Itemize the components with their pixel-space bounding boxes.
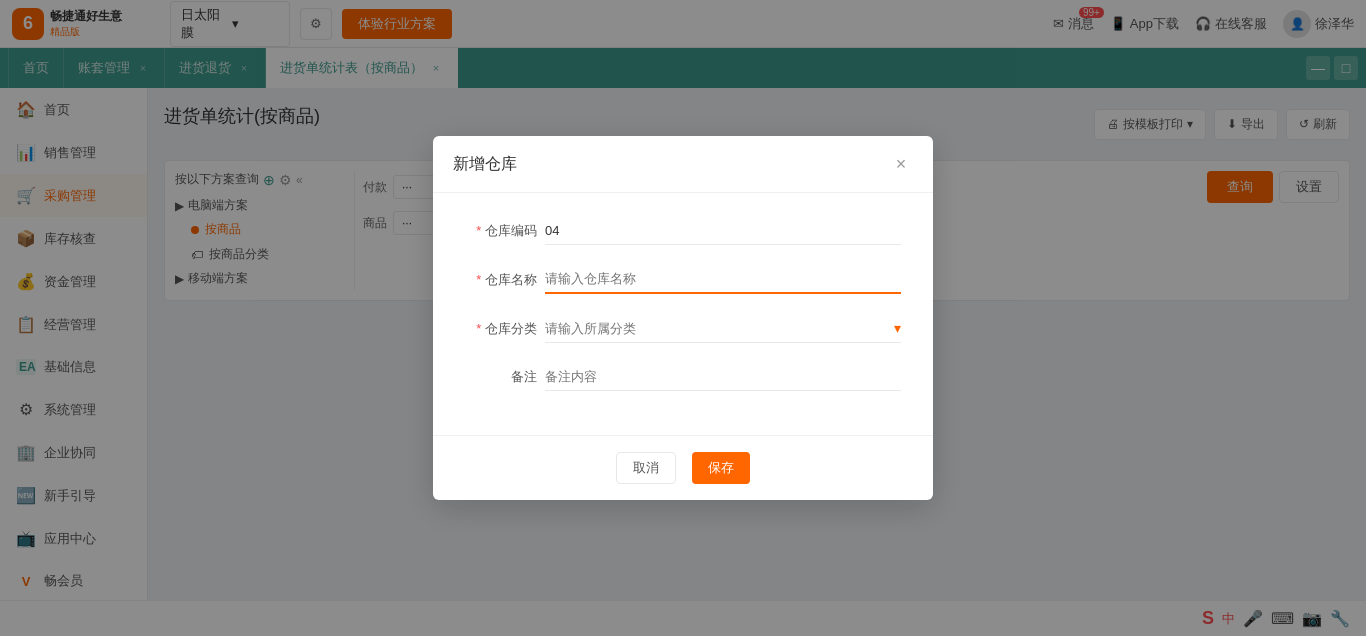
required-mark3: * <box>476 321 481 336</box>
required-mark2: * <box>476 272 481 287</box>
category-input[interactable] <box>545 321 894 336</box>
category-label: * 仓库分类 <box>465 320 545 338</box>
name-input[interactable] <box>545 265 901 294</box>
dialog-new-warehouse: 新增仓库 × * 仓库编码 * 仓库名称 <box>433 136 933 500</box>
dialog-close-button[interactable]: × <box>889 152 913 176</box>
cancel-button[interactable]: 取消 <box>616 452 676 484</box>
required-mark: * <box>476 223 481 238</box>
name-label: * 仓库名称 <box>465 271 545 289</box>
form-row-name: * 仓库名称 <box>465 265 901 294</box>
form-row-code: * 仓库编码 <box>465 217 901 245</box>
code-label: * 仓库编码 <box>465 222 545 240</box>
modal-overlay: 新增仓库 × * 仓库编码 * 仓库名称 <box>0 0 1366 636</box>
category-select[interactable]: ▾ <box>545 314 901 343</box>
code-input[interactable] <box>545 217 901 245</box>
form-row-remark: 备注 <box>465 363 901 391</box>
dialog-body: * 仓库编码 * 仓库名称 * 仓库分类 <box>433 193 933 435</box>
category-arrow-icon: ▾ <box>894 320 901 336</box>
remark-input[interactable] <box>545 363 901 391</box>
form-row-category: * 仓库分类 ▾ <box>465 314 901 343</box>
dialog-title: 新增仓库 <box>453 154 517 175</box>
save-button[interactable]: 保存 <box>692 452 750 484</box>
dialog-footer: 取消 保存 <box>433 435 933 500</box>
dialog-header: 新增仓库 × <box>433 136 933 193</box>
remark-label: 备注 <box>465 368 545 386</box>
